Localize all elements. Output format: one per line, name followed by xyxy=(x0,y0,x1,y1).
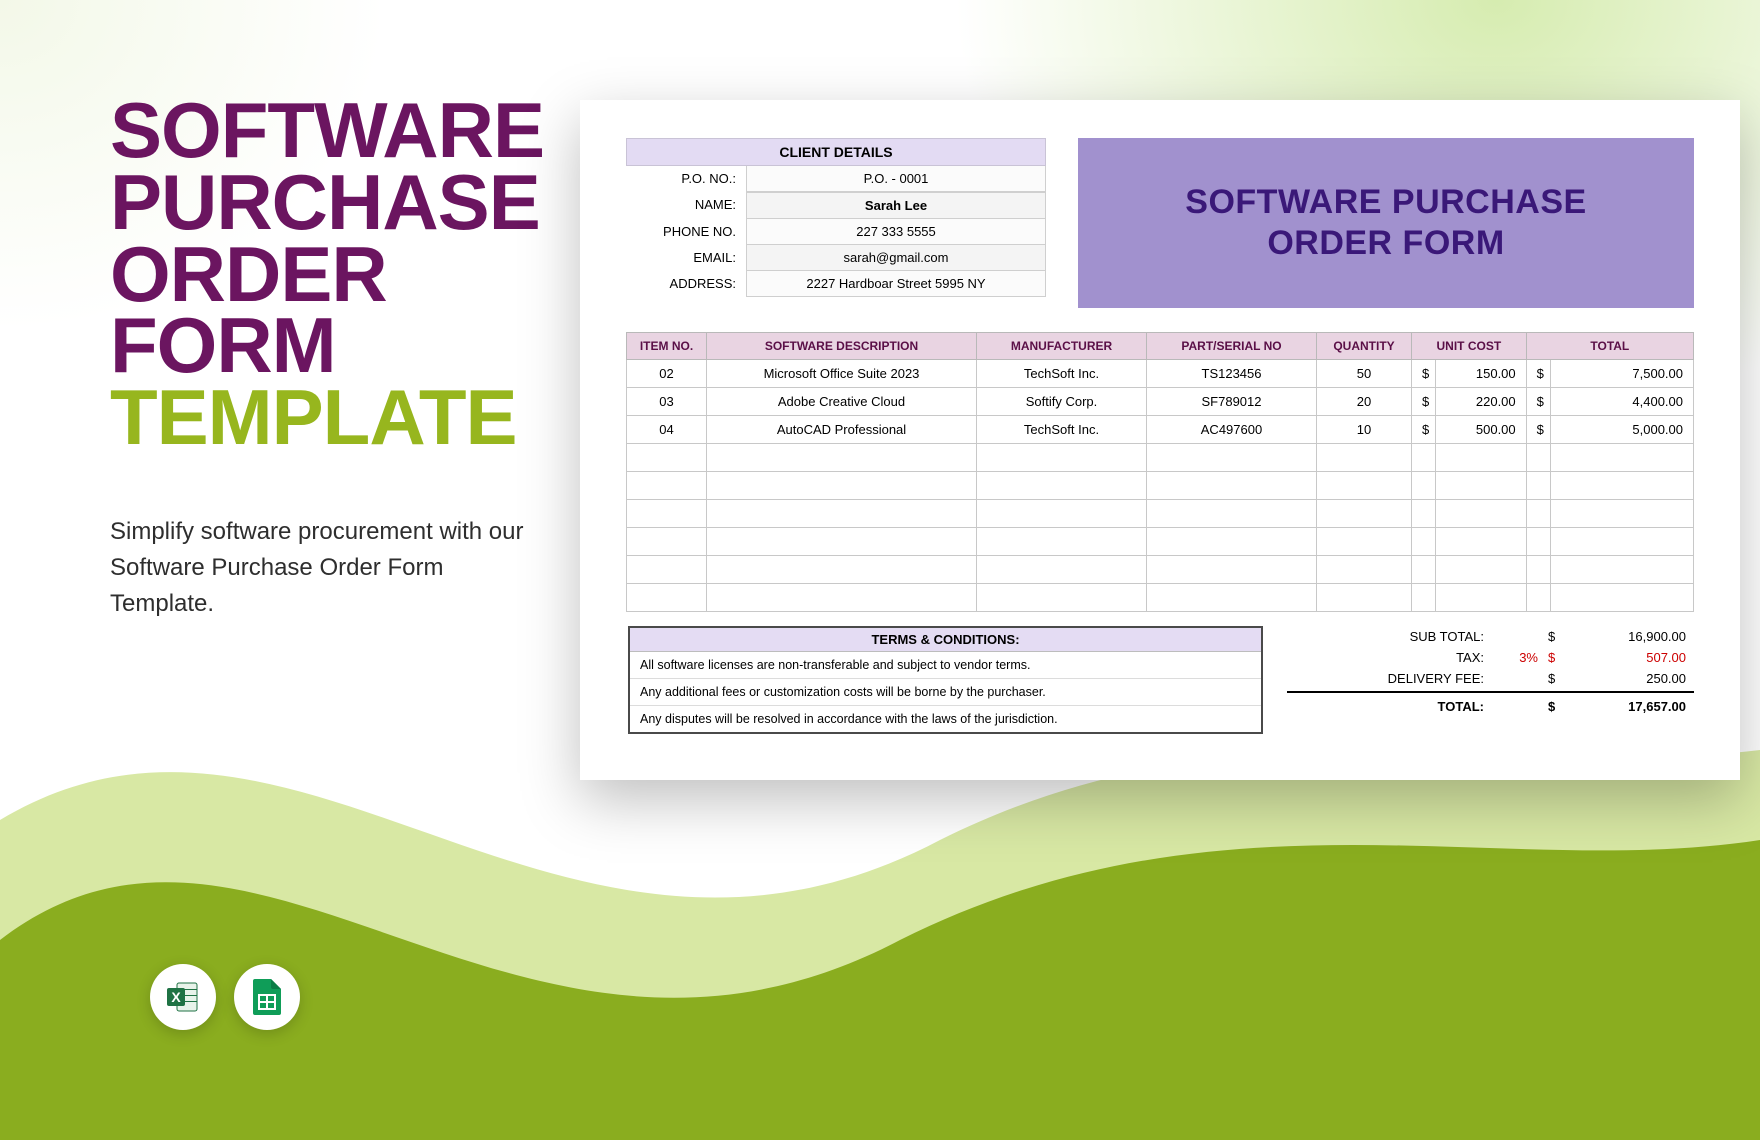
terms-line: Any disputes will be resolved in accorda… xyxy=(630,706,1261,732)
column-header: TOTAL xyxy=(1526,333,1693,360)
table-row: 04AutoCAD ProfessionalTechSoft Inc.AC497… xyxy=(627,416,1694,444)
page-subtitle: Simplify software procurement with our S… xyxy=(110,514,540,622)
form-title-banner: SOFTWARE PURCHASE ORDER FORM xyxy=(1078,138,1694,308)
terms-header: TERMS & CONDITIONS: xyxy=(630,628,1261,652)
title-line-accent: TEMPLATE xyxy=(110,382,570,454)
items-table: ITEM NO.SOFTWARE DESCRIPTIONMANUFACTURER… xyxy=(626,332,1694,612)
template-preview: CLIENT DETAILS P.O. NO.:P.O. - 0001NAME:… xyxy=(580,100,1740,780)
terms-line: Any additional fees or customization cos… xyxy=(630,679,1261,706)
table-row-empty xyxy=(627,584,1694,612)
svg-text:X: X xyxy=(171,989,181,1005)
currency-symbol: $ xyxy=(1548,629,1574,644)
client-field-label: EMAIL: xyxy=(626,245,746,271)
terms-line: All software licenses are non-transferab… xyxy=(630,652,1261,679)
totals-box: SUB TOTAL: $ 16,900.00 TAX: 3% $ 507.00 … xyxy=(1287,626,1694,717)
tax-percent: 3% xyxy=(1498,650,1548,665)
client-field-label: NAME: xyxy=(626,192,746,219)
client-field-value: 227 333 5555 xyxy=(746,219,1046,245)
terms-box: TERMS & CONDITIONS: All software license… xyxy=(628,626,1263,734)
column-header: UNIT COST xyxy=(1412,333,1527,360)
client-field-value: Sarah Lee xyxy=(746,192,1046,219)
title-line: FORM xyxy=(110,310,570,382)
subtotal-label: SUB TOTAL: xyxy=(1287,629,1498,644)
table-row-empty xyxy=(627,528,1694,556)
left-pane: SOFTWARE PURCHASE ORDER FORM TEMPLATE Si… xyxy=(110,95,570,622)
file-icons: X xyxy=(150,964,300,1030)
excel-icon[interactable]: X xyxy=(150,964,216,1030)
subtotal-value: 16,900.00 xyxy=(1574,629,1694,644)
client-field-value: 2227 Hardboar Street 5995 NY xyxy=(746,271,1046,297)
table-row: 03Adobe Creative CloudSoftify Corp.SF789… xyxy=(627,388,1694,416)
column-header: QUANTITY xyxy=(1317,333,1412,360)
google-sheets-icon[interactable] xyxy=(234,964,300,1030)
delivery-label: DELIVERY FEE: xyxy=(1287,671,1498,686)
table-row-empty xyxy=(627,556,1694,584)
title-line: ORDER xyxy=(110,239,570,311)
tax-label: TAX: xyxy=(1287,650,1498,665)
column-header: PART/SERIAL NO xyxy=(1147,333,1317,360)
tax-value: 507.00 xyxy=(1574,650,1694,665)
title-line: PURCHASE xyxy=(110,167,570,239)
column-header: ITEM NO. xyxy=(627,333,707,360)
client-field-label: PHONE NO. xyxy=(626,219,746,245)
client-field-value: sarah@gmail.com xyxy=(746,245,1046,271)
banner-line: ORDER FORM xyxy=(1185,223,1586,264)
client-details-box: CLIENT DETAILS P.O. NO.:P.O. - 0001NAME:… xyxy=(626,138,1046,308)
banner-line: SOFTWARE PURCHASE xyxy=(1185,182,1586,223)
table-row: 02Microsoft Office Suite 2023TechSoft In… xyxy=(627,360,1694,388)
page-title: SOFTWARE PURCHASE ORDER FORM TEMPLATE xyxy=(110,95,570,454)
currency-symbol: $ xyxy=(1548,671,1574,686)
table-row-empty xyxy=(627,444,1694,472)
client-details-header: CLIENT DETAILS xyxy=(626,138,1046,166)
table-row-empty xyxy=(627,500,1694,528)
table-row-empty xyxy=(627,472,1694,500)
grand-total-label: TOTAL: xyxy=(1287,699,1498,714)
client-field-label: P.O. NO.: xyxy=(626,166,746,192)
grand-total-value: 17,657.00 xyxy=(1574,699,1694,714)
currency-symbol: $ xyxy=(1548,699,1574,714)
title-line: SOFTWARE xyxy=(110,95,570,167)
client-field-label: ADDRESS: xyxy=(626,271,746,297)
column-header: MANUFACTURER xyxy=(977,333,1147,360)
currency-symbol: $ xyxy=(1548,650,1574,665)
client-field-value: P.O. - 0001 xyxy=(746,166,1046,192)
delivery-value: 250.00 xyxy=(1574,671,1694,686)
column-header: SOFTWARE DESCRIPTION xyxy=(707,333,977,360)
